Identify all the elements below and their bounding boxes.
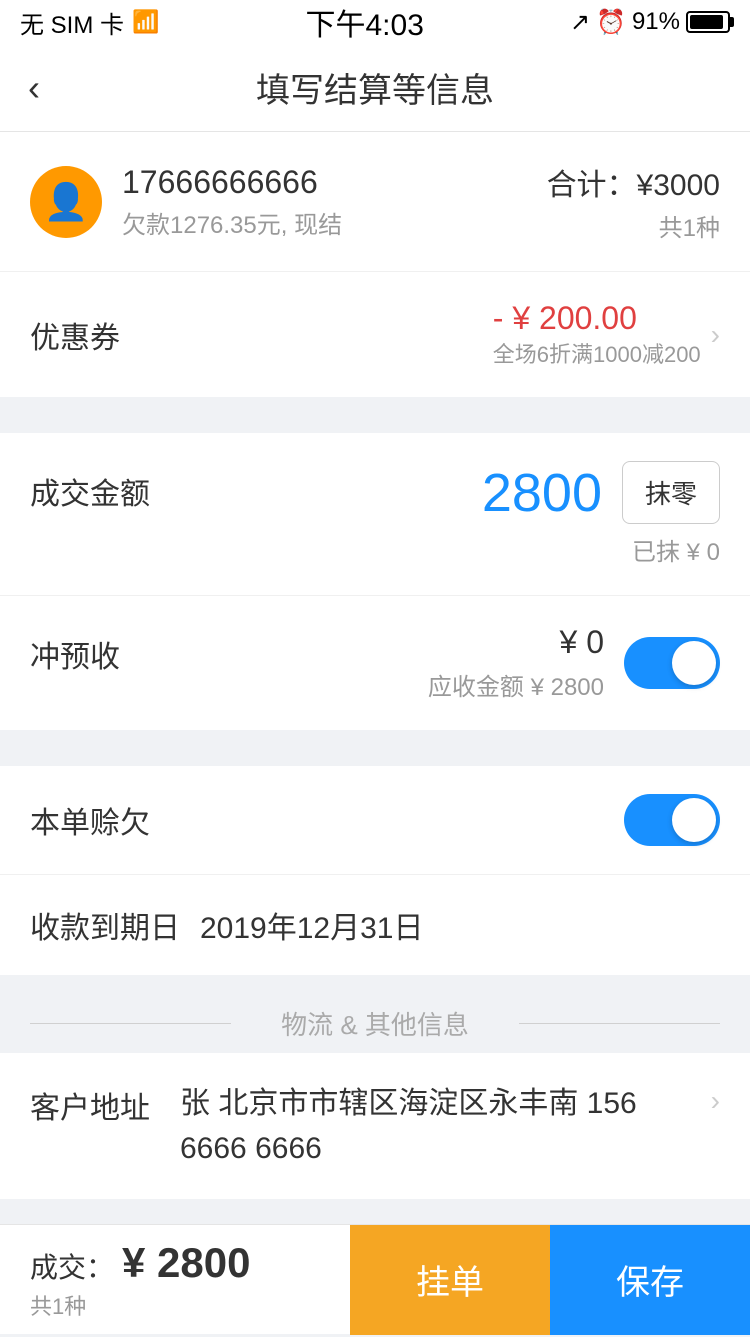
wifi-icon: 📶 [132,9,159,35]
debt-toggle-knob [672,798,716,842]
amount-value: 2800 [482,466,602,520]
avatar-icon: 👤 [44,181,89,223]
debt-label: 本单赊欠 [30,798,150,842]
duedate-label: 收款到期日 [30,903,180,947]
duedate-value: 2019年12月31日 [200,903,423,947]
duedate-section: 收款到期日 2019年12月31日 [0,874,750,975]
debt-card: 本单赊欠 收款到期日 2019年12月31日 [0,748,750,975]
location-icon: ↗ [570,8,590,37]
address-card: 客户地址 张 北京市市辖区海淀区永丰南 156 6666 6666 › [0,1053,750,1199]
coupon-arrow: › [711,319,720,351]
divider-line-right [519,1023,720,1024]
page-title: 填写结算等信息 [256,63,494,112]
amount-label: 成交金额 [30,461,150,513]
user-phone: 17666666666 [122,164,342,201]
bottom-amount: ¥ 2800 [122,1239,250,1287]
coupon-row[interactable]: 优惠券 - ¥ 200.00 全场6折满1000减200 › [0,271,750,397]
prepay-label: 冲预收 [30,624,120,676]
round-button[interactable]: 抹零 [622,461,720,524]
bottom-count: 共1种 [30,1289,320,1321]
hang-button[interactable]: 挂单 [350,1225,550,1335]
user-right: 合计：¥3000 共1种 [547,160,720,243]
save-button[interactable]: 保存 [550,1225,750,1335]
no-sim-text: 无 SIM 卡 [20,5,124,40]
bottom-summary: 成交： ¥ 2800 共1种 [0,1239,350,1321]
bottom-bar: 成交： ¥ 2800 共1种 挂单 保存 [0,1224,750,1334]
amount-sub: 已抹 ¥ 0 [30,532,720,567]
coupon-amount: - ¥ 200.00 [493,300,701,337]
address-row[interactable]: 客户地址 张 北京市市辖区海淀区永丰南 156 6666 6666 › [30,1081,720,1171]
battery-percent: 91% [632,8,680,36]
prepay-row: 冲预收 ¥ 0 应收金额 ¥ 2800 [30,624,720,702]
coupon-desc: 全场6折满1000减200 [493,337,701,369]
address-content: 张 北京市市辖区海淀区永丰南 156 6666 6666 [180,1081,711,1171]
prepay-toggle[interactable] [624,637,720,689]
debt-row: 本单赊欠 [30,794,720,846]
prepay-amount: ¥ 0 [428,624,604,661]
prepay-right: ¥ 0 应收金额 ¥ 2800 [428,624,720,702]
avatar: 👤 [30,166,102,238]
status-left: 无 SIM 卡 📶 [20,5,159,40]
user-count: 共1种 [547,208,720,243]
back-button[interactable]: ‹ [28,67,40,109]
address-arrow: › [711,1081,720,1117]
status-time: 下午4:03 [305,0,423,44]
debt-toggle[interactable] [624,794,720,846]
amount-right: 2800 抹零 [482,461,720,524]
user-left: 👤 17666666666 欠款1276.35元, 现结 [30,164,342,240]
user-row: 👤 17666666666 欠款1276.35元, 现结 合计：¥3000 共1… [0,132,750,271]
bottom-deal-label: 成交： [30,1246,114,1286]
prepay-values: ¥ 0 应收金额 ¥ 2800 [428,624,604,702]
coupon-right: - ¥ 200.00 全场6折满1000减200 › [493,300,720,369]
user-info: 17666666666 欠款1276.35元, 现结 [122,164,342,240]
prepay-receivable: 应收金额 ¥ 2800 [428,667,604,702]
address-label: 客户地址 [30,1081,150,1127]
user-total: 合计：¥3000 [547,160,720,204]
user-debt: 欠款1276.35元, 现结 [122,205,342,240]
nav-bar: ‹ 填写结算等信息 [0,44,750,132]
battery-icon [686,11,730,33]
debt-section: 本单赊欠 [0,748,750,874]
section-divider-1 [0,415,750,433]
coupon-label: 优惠券 [30,313,120,357]
amount-row: 成交金额 2800 抹零 [30,461,720,524]
amount-section: 成交金额 2800 抹零 已抹 ¥ 0 [0,433,750,595]
status-right: ↗ ⏰ 91% [570,8,730,37]
divider-line-left [30,1023,231,1024]
alarm-icon: ⏰ [596,8,626,37]
toggle-knob [672,641,716,685]
battery-fill [690,15,723,29]
address-section: 客户地址 张 北京市市辖区海淀区永丰南 156 6666 6666 › [0,1053,750,1199]
user-info-card: 👤 17666666666 欠款1276.35元, 现结 合计：¥3000 共1… [0,132,750,397]
prepay-section: 冲预收 ¥ 0 应收金额 ¥ 2800 [0,595,750,730]
logistics-divider: 物流 & 其他信息 [0,993,750,1053]
duedate-row: 收款到期日 2019年12月31日 [30,903,720,947]
status-bar: 无 SIM 卡 📶 下午4:03 ↗ ⏰ 91% [0,0,750,44]
logistics-divider-text: 物流 & 其他信息 [281,1005,469,1042]
content: 👤 17666666666 欠款1276.35元, 现结 合计：¥3000 共1… [0,132,750,1337]
amount-card: 成交金额 2800 抹零 已抹 ¥ 0 冲预收 ¥ 0 应收金额 ¥ 2800 [0,433,750,730]
